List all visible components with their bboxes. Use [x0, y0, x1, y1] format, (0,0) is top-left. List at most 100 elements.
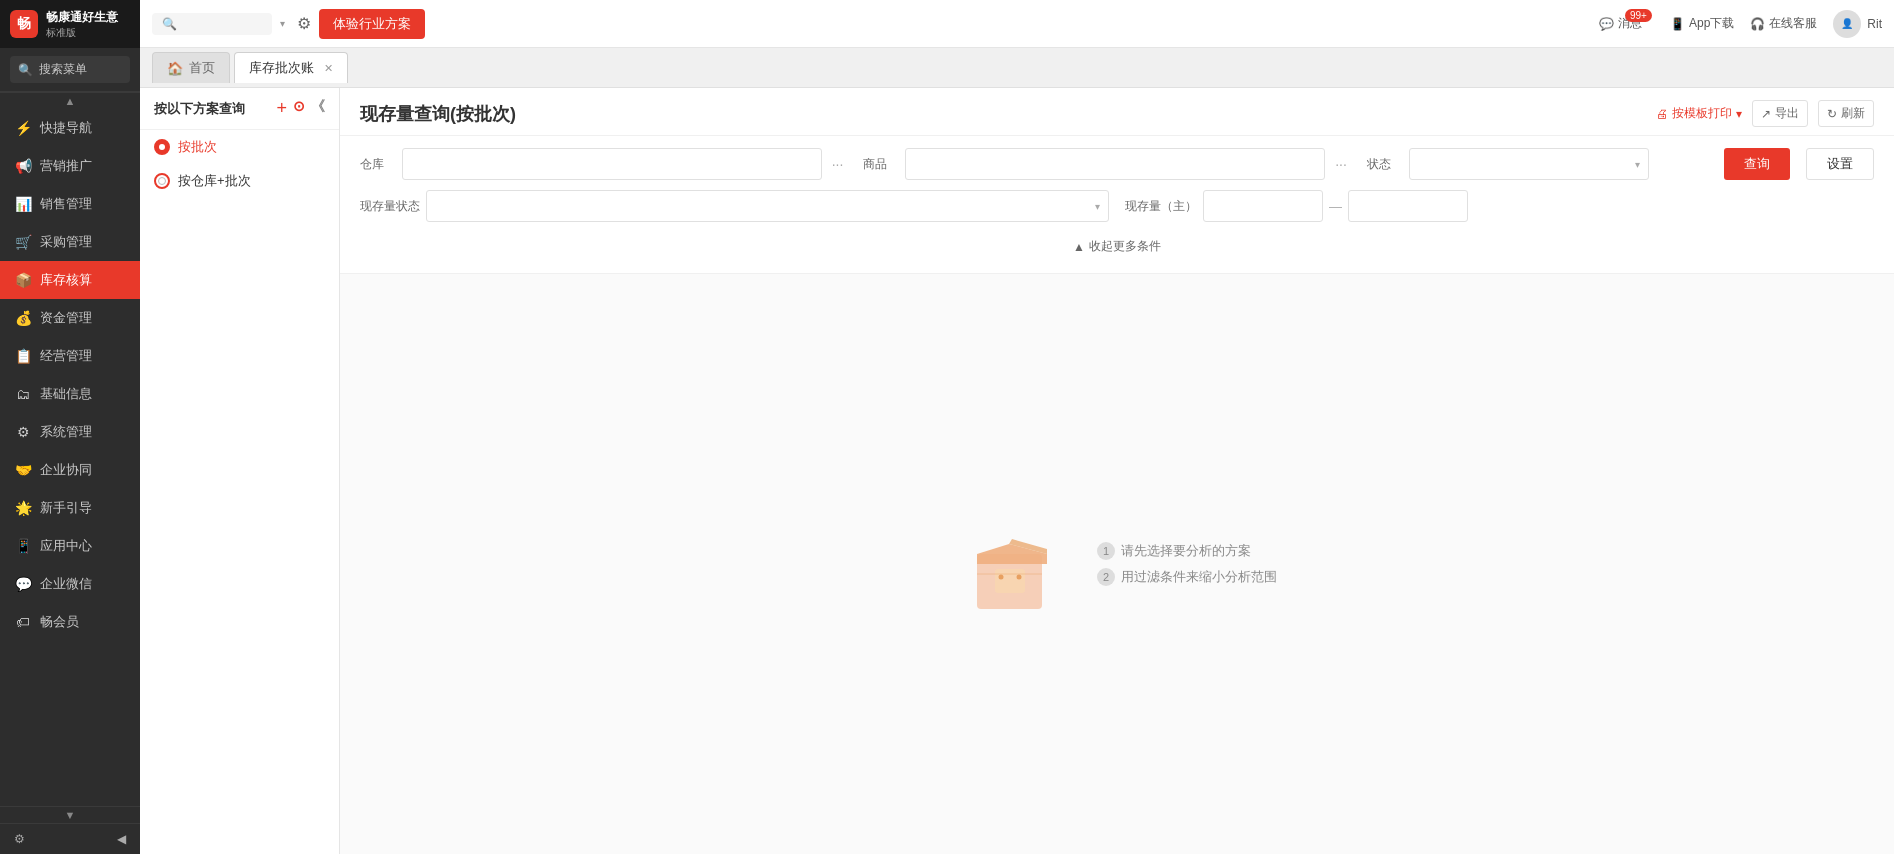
export-button[interactable]: ↗ 导出	[1752, 100, 1808, 127]
trial-button[interactable]: 体验行业方案	[319, 9, 425, 39]
sidebar-scroll-down[interactable]: ▼	[0, 806, 140, 823]
topbar-gear-icon[interactable]: ⚙	[297, 14, 311, 33]
status-filter-label: 状态	[1367, 156, 1403, 173]
collapse-button[interactable]: ▲ 收起更多条件	[360, 232, 1874, 261]
tab-inventory-batch[interactable]: 库存批次账 ✕	[234, 52, 348, 83]
company-name: 畅康通好生意	[46, 9, 118, 26]
empty-state-content: 1 请先选择要分析的方案 2 用过滤条件来缩小分析范围	[957, 509, 1277, 619]
stock-qty-dash: —	[1329, 199, 1342, 214]
right-panel: 现存量查询(按批次) 🖨 按模板打印 ▾ ↗ 导出 ↻ 刷新	[340, 88, 1894, 854]
sidebar-item-sales[interactable]: 📊 销售管理	[0, 185, 140, 223]
online-service-label: 在线客服	[1769, 15, 1817, 32]
empty-tip-1: 1 请先选择要分析的方案	[1097, 542, 1277, 560]
sidebar-item-label: 销售管理	[40, 195, 92, 213]
topbar-search-area[interactable]: 🔍	[152, 13, 272, 35]
sidebar-settings-button[interactable]: ⚙	[14, 832, 25, 846]
print-chevron-icon[interactable]: ▾	[1736, 107, 1742, 121]
svg-rect-1	[995, 569, 1025, 593]
sidebar-collapse-button[interactable]: ◀	[117, 832, 126, 846]
scheme-item-warehouse-batch[interactable]: 按仓库+批次	[140, 164, 339, 198]
tab-home-label: 首页	[189, 59, 215, 77]
product-filter-label: 商品	[863, 156, 899, 173]
sidebar-item-basics[interactable]: 🗂 基础信息	[0, 375, 140, 413]
product-dots-button[interactable]: ···	[1331, 156, 1351, 172]
scheme-item-by-batch[interactable]: 按批次	[140, 130, 339, 164]
product-input[interactable]	[905, 148, 1325, 180]
online-service-button[interactable]: 🎧 在线客服	[1750, 15, 1817, 32]
sidebar-item-label: 系统管理	[40, 423, 92, 441]
stock-status-label: 现存量状态	[360, 198, 420, 215]
scheme-dot-inner	[159, 144, 165, 150]
stock-status-select[interactable]: ▾	[426, 190, 1109, 222]
sidebar-item-label: 营销推广	[40, 157, 92, 175]
search-icon: 🔍	[18, 63, 33, 77]
sidebar-item-label: 企业微信	[40, 575, 92, 593]
tip-1-text: 请先选择要分析的方案	[1121, 542, 1251, 560]
sidebar-item-label: 畅会员	[40, 613, 79, 631]
page-title: 现存量查询(按批次)	[360, 102, 516, 126]
sidebar-item-enterprise[interactable]: 🤝 企业协同	[0, 451, 140, 489]
tab-home[interactable]: 🏠 首页	[152, 52, 230, 83]
warehouse-input[interactable]	[402, 148, 822, 180]
avatar: 👤	[1833, 10, 1861, 38]
stock-status-chevron-icon: ▾	[1095, 201, 1100, 212]
add-scheme-button[interactable]: +	[276, 98, 287, 119]
sidebar-item-newbie[interactable]: 🌟 新手引导	[0, 489, 140, 527]
print-button[interactable]: 🖨 按模板打印 ▾	[1656, 105, 1742, 122]
query-button[interactable]: 查询	[1724, 148, 1790, 180]
svg-point-3	[1017, 575, 1022, 580]
status-select[interactable]: ▾	[1409, 148, 1649, 180]
user-profile-button[interactable]: 👤 Rit	[1833, 10, 1882, 38]
collapse-icon: ◀	[117, 832, 126, 846]
sidebar-item-operations[interactable]: 📋 经营管理	[0, 337, 140, 375]
settings-icon: ⚙	[14, 832, 25, 846]
stock-qty-to-input[interactable]	[1348, 190, 1468, 222]
scheme-settings-icon[interactable]: ⊙	[293, 98, 305, 119]
inventory-icon: 📦	[14, 271, 32, 289]
messages-button[interactable]: 💬 消息 99+	[1599, 15, 1642, 32]
sidebar-item-appstore[interactable]: 📱 应用中心	[0, 527, 140, 565]
sidebar-item-quick-nav[interactable]: ⚡ 快捷导航	[0, 109, 140, 147]
chevron-up-icon: ▲	[1073, 240, 1085, 254]
search-menu-button[interactable]: 🔍 搜索菜单	[10, 56, 130, 83]
scheme-item-label: 按批次	[178, 138, 217, 156]
main-area: 🔍 ▾ ⚙ 体验行业方案 💬 消息 99+ 📱 App下载 🎧 在线客服 👤	[140, 0, 1894, 854]
sidebar-item-label: 应用中心	[40, 537, 92, 555]
empty-tips: 1 请先选择要分析的方案 2 用过滤条件来缩小分析范围	[1097, 542, 1277, 586]
warehouse-filter-label: 仓库	[360, 156, 396, 173]
warehouse-dots-button[interactable]: ···	[828, 156, 848, 172]
collapse-panel-icon[interactable]: 《	[311, 98, 325, 119]
sidebar-item-finance[interactable]: 💰 资金管理	[0, 299, 140, 337]
filter-area: 仓库 ··· 商品 ··· 状态 ▾	[340, 136, 1894, 274]
sidebar-item-member[interactable]: 🏷 畅会员	[0, 603, 140, 641]
status-filter-group: 状态 ▾	[1367, 148, 1708, 180]
stock-qty-from-input[interactable]	[1203, 190, 1323, 222]
print-label: 按模板打印	[1672, 105, 1732, 122]
tab-close-icon[interactable]: ✕	[324, 62, 333, 75]
svg-point-2	[999, 575, 1004, 580]
topbar-chevron-icon[interactable]: ▾	[280, 18, 285, 29]
sidebar-item-system[interactable]: ⚙ 系统管理	[0, 413, 140, 451]
newbie-icon: 🌟	[14, 499, 32, 517]
sidebar-item-wechat[interactable]: 💬 企业微信	[0, 565, 140, 603]
refresh-button[interactable]: ↻ 刷新	[1818, 100, 1874, 127]
sidebar-item-purchase[interactable]: 🛒 采购管理	[0, 223, 140, 261]
sidebar-item-marketing[interactable]: 📢 营销推广	[0, 147, 140, 185]
app-download-button[interactable]: 📱 App下载	[1670, 15, 1734, 32]
enterprise-icon: 🤝	[14, 461, 32, 479]
settings-button[interactable]: 设置	[1806, 148, 1874, 180]
left-panel-header-actions: + ⊙ 《	[276, 98, 325, 119]
headset-icon: 🎧	[1750, 17, 1765, 31]
purchase-icon: 🛒	[14, 233, 32, 251]
appstore-icon: 📱	[14, 537, 32, 555]
app-download-label: App下载	[1689, 15, 1734, 32]
collapse-label: 收起更多条件	[1089, 238, 1161, 255]
marketing-icon: 📢	[14, 157, 32, 175]
sidebar-search-area: 🔍 搜索菜单	[0, 48, 140, 92]
left-panel-header: 按以下方案查询 + ⊙ 《	[140, 88, 339, 130]
sidebar-scroll-up[interactable]: ▲	[0, 92, 140, 109]
export-icon: ↗	[1761, 107, 1771, 121]
sidebar: 畅 畅康通好生意 标准版 🔍 搜索菜单 ▲ ⚡ 快捷导航 📢 营销推广 📊 销售…	[0, 0, 140, 854]
sidebar-item-label: 经营管理	[40, 347, 92, 365]
sidebar-item-inventory[interactable]: 📦 库存核算	[0, 261, 140, 299]
